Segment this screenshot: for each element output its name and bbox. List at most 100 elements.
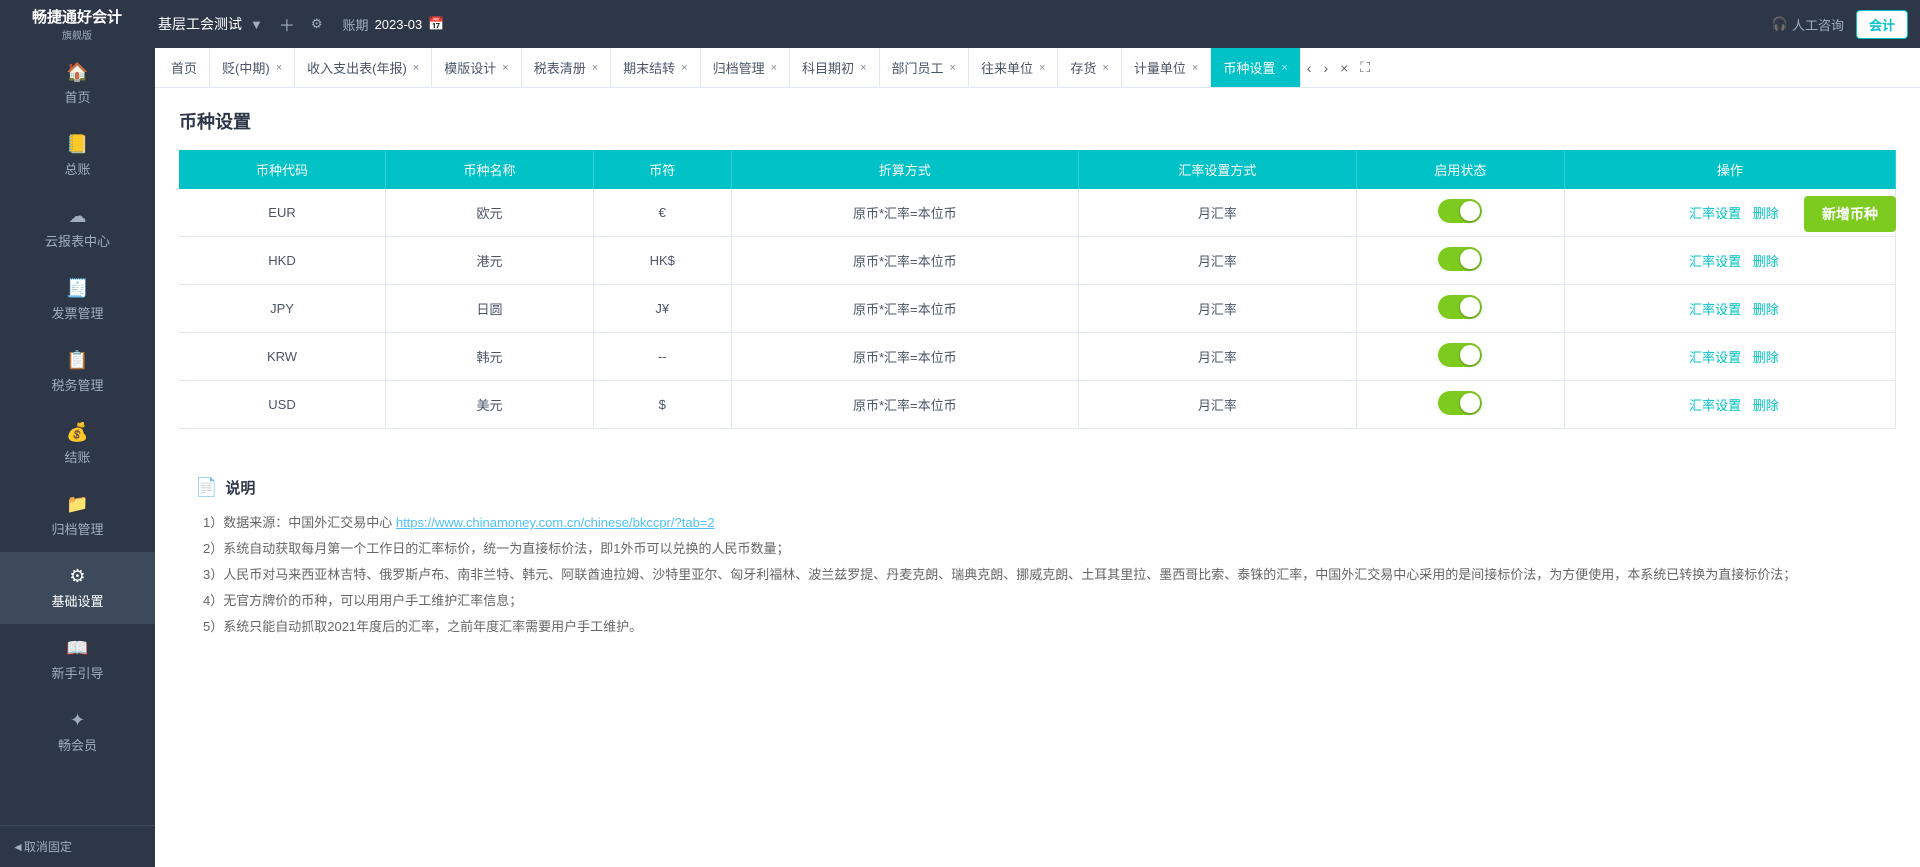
sidebar-item-guide[interactable]: 📖 新手引导: [0, 624, 155, 696]
cell-rate-method-0: 月汇率: [1078, 189, 1356, 237]
tab-close-currency[interactable]: ×: [1281, 62, 1287, 74]
tab-close-all-btn[interactable]: ×: [1334, 60, 1354, 76]
tab-label-currency: 币种设置: [1223, 58, 1275, 77]
tab-unit[interactable]: 计量单位 ×: [1122, 48, 1211, 88]
tab-close-subject[interactable]: ×: [860, 62, 866, 74]
toggle-knob-3: [1460, 345, 1480, 365]
delete-btn-4[interactable]: 删除: [1753, 398, 1779, 413]
tab-inventory[interactable]: 存货 ×: [1058, 48, 1121, 88]
sidebar-item-tax[interactable]: 📋 税务管理: [0, 336, 155, 408]
sidebar-item-ledger[interactable]: 📒 总账: [0, 120, 155, 192]
rate-setting-btn-4[interactable]: 汇率设置: [1689, 398, 1741, 413]
tab-dept[interactable]: 部门员工 ×: [880, 48, 969, 88]
sidebar-item-settings[interactable]: ⚙ 基础设置: [0, 552, 155, 624]
sidebar-item-settle[interactable]: 💰 结账: [0, 408, 155, 480]
calendar-icon[interactable]: 📅: [428, 16, 444, 32]
logo-area: 畅捷通好会计 旗舰版: [12, 6, 142, 42]
tab-next-btn[interactable]: ›: [1317, 60, 1334, 76]
tab-template[interactable]: 模版设计 ×: [432, 48, 521, 88]
tab-tax[interactable]: 税表清册 ×: [522, 48, 611, 88]
cell-name-0: 欧元: [386, 189, 594, 237]
rate-setting-btn-2[interactable]: 汇率设置: [1689, 302, 1741, 317]
cell-name-1: 港元: [386, 237, 594, 285]
rate-setting-btn-0[interactable]: 汇率设置: [1689, 206, 1741, 221]
tab-close-dept[interactable]: ×: [950, 62, 956, 74]
delete-btn-2[interactable]: 删除: [1753, 302, 1779, 317]
sidebar: 🏠 首页 📒 总账 ☁ 云报表中心 🧾 发票管理 📋 税务管理 💰 结账: [0, 48, 155, 867]
tab-income[interactable]: 收入支出表(年报) ×: [295, 48, 432, 88]
help-btn[interactable]: 🎧 人工咨询: [1772, 15, 1844, 34]
toggle-3[interactable]: [1438, 343, 1482, 367]
rate-setting-btn-3[interactable]: 汇率设置: [1689, 350, 1741, 365]
table-head: 币种代码 币种名称 币符 折算方式 汇率设置方式 启用状态 操作: [179, 150, 1896, 189]
sidebar-unpin-btn[interactable]: ◄取消固定: [0, 825, 155, 867]
tab-close-archive[interactable]: ×: [771, 62, 777, 74]
col-code: 币种代码: [179, 150, 386, 189]
tab-label-tax: 税表清册: [534, 58, 586, 77]
cell-symbol-1: HK$: [593, 237, 731, 285]
sidebar-label-member: 畅会员: [58, 735, 97, 754]
table-row: KRW 韩元 -- 原币*汇率=本位币 月汇率 汇率设置 删除: [179, 333, 1896, 381]
new-currency-btn[interactable]: 新增币种: [1804, 196, 1896, 232]
tab-close-mid[interactable]: ×: [276, 62, 282, 74]
table-header-row: 币种代码 币种名称 币符 折算方式 汇率设置方式 启用状态 操作: [179, 150, 1896, 189]
tab-close-inventory[interactable]: ×: [1102, 62, 1108, 74]
tab-home[interactable]: 首页: [159, 48, 210, 88]
tab-close-unit[interactable]: ×: [1192, 62, 1198, 74]
tab-expand-btn[interactable]: ⛶: [1354, 59, 1376, 76]
tab-archive[interactable]: 归档管理 ×: [701, 48, 790, 88]
tab-close-period-end[interactable]: ×: [681, 62, 687, 74]
toggle-4[interactable]: [1438, 391, 1482, 415]
sidebar-item-home[interactable]: 🏠 首页: [0, 48, 155, 120]
period-label: 账期: [343, 15, 369, 34]
tab-subject[interactable]: 科目期初 ×: [790, 48, 879, 88]
col-name: 币种名称: [386, 150, 594, 189]
sidebar-label-guide: 新手引导: [51, 663, 103, 682]
tab-label-inventory: 存货: [1070, 58, 1096, 77]
iam-button[interactable]: 会计: [1856, 10, 1908, 39]
sidebar-item-invoice[interactable]: 🧾 发票管理: [0, 264, 155, 336]
cell-calc-4: 原币*汇率=本位币: [731, 381, 1078, 429]
sidebar-item-member[interactable]: ✦ 畅会员: [0, 696, 155, 768]
sidebar-label-archive: 归档管理: [51, 519, 103, 538]
notice-section: 📄 说明 1）数据来源：中国外汇交易中心 https://www.chinamo…: [179, 461, 1896, 656]
sidebar-item-archive[interactable]: 📁 归档管理: [0, 480, 155, 552]
table-body: EUR 欧元 € 原币*汇率=本位币 月汇率 汇率设置 删除 HKD 港元 HK…: [179, 189, 1896, 429]
project-dropdown[interactable]: ▼: [250, 17, 263, 32]
ledger-icon: 📒: [66, 134, 88, 155]
tab-partner[interactable]: 往来单位 ×: [969, 48, 1058, 88]
notice-text-1: 1）数据来源：中国外汇交易中心: [203, 515, 396, 530]
tab-close-template[interactable]: ×: [502, 62, 508, 74]
cell-actions-1: 汇率设置 删除: [1564, 237, 1895, 285]
tab-close-partner[interactable]: ×: [1039, 62, 1045, 74]
tab-label-partner: 往来单位: [981, 58, 1033, 77]
tab-currency[interactable]: 币种设置 ×: [1211, 48, 1300, 88]
sidebar-label-tax: 税务管理: [51, 375, 103, 394]
sidebar-item-reports[interactable]: ☁ 云报表中心: [0, 192, 155, 264]
notice-link[interactable]: https://www.chinamoney.com.cn/chinese/bk…: [396, 515, 715, 530]
delete-btn-3[interactable]: 删除: [1753, 350, 1779, 365]
delete-btn-0[interactable]: 删除: [1753, 206, 1779, 221]
cell-calc-1: 原币*汇率=本位币: [731, 237, 1078, 285]
logo-sub: 旗舰版: [62, 27, 92, 42]
tab-prev-btn[interactable]: ‹: [1301, 60, 1318, 76]
delete-btn-1[interactable]: 删除: [1753, 254, 1779, 269]
cell-calc-2: 原币*汇率=本位币: [731, 285, 1078, 333]
tab-period-end[interactable]: 期末结转 ×: [611, 48, 700, 88]
toggle-0[interactable]: [1438, 199, 1482, 223]
top-header: 畅捷通好会计 旗舰版 基层工会测试 ▼ ＋ ⚙ 账期 2023-03 📅 🎧 人…: [0, 0, 1920, 48]
tab-label-dept: 部门员工: [892, 58, 944, 77]
tab-close-tax[interactable]: ×: [592, 62, 598, 74]
logo-title: 畅捷通好会计: [32, 6, 122, 27]
rate-setting-btn-1[interactable]: 汇率设置: [1689, 254, 1741, 269]
add-project-btn[interactable]: ＋: [279, 12, 295, 36]
cell-code-1: HKD: [179, 237, 386, 285]
project-settings-icon[interactable]: ⚙: [311, 16, 323, 32]
tab-mid[interactable]: 贬(中期) ×: [210, 48, 295, 88]
main-layout: 🏠 首页 📒 总账 ☁ 云报表中心 🧾 发票管理 📋 税务管理 💰 结账: [0, 48, 1920, 867]
toggle-2[interactable]: [1438, 295, 1482, 319]
tab-label-mid: 贬(中期): [222, 58, 270, 77]
notice-title-text: 说明: [225, 477, 255, 498]
tab-close-income[interactable]: ×: [413, 62, 419, 74]
toggle-1[interactable]: [1438, 247, 1482, 271]
